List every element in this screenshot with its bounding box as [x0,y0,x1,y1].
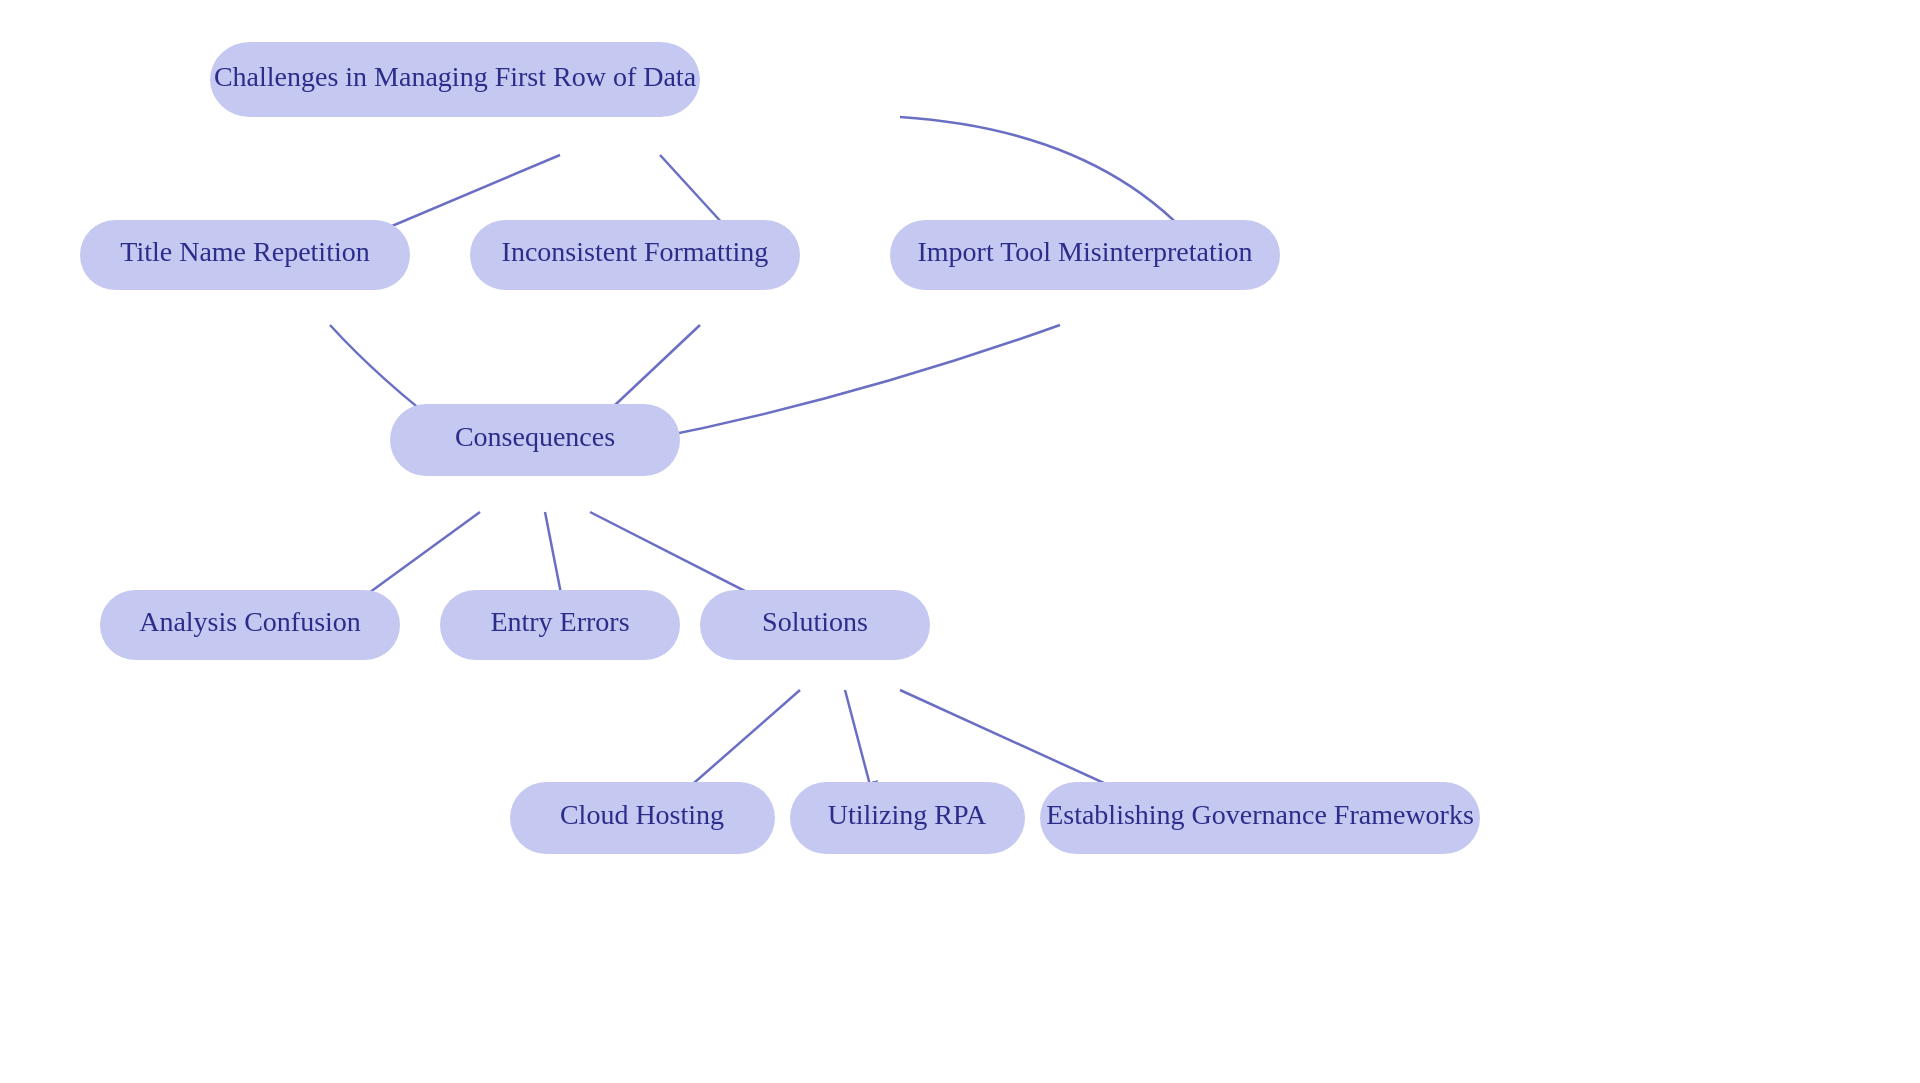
node-analysis-label: Analysis Confusion [139,606,361,637]
node-conseq-label: Consequences [455,421,615,452]
node-cloud-label: Cloud Hosting [560,799,724,830]
node-title-label: Title Name Repetition [120,236,369,267]
node-incons-label: Inconsistent Formatting [502,236,769,267]
diagram-svg: Challenges in Managing First Row of Data… [0,0,1920,1083]
node-rpa-label: Utilizing RPA [828,799,987,830]
node-solutions-label: Solutions [762,606,868,637]
node-import-label: Import Tool Misinterpretation [917,236,1252,267]
arrow-import-conseq [645,325,1060,440]
node-entry-label: Entry Errors [490,606,629,637]
node-root-label: Challenges in Managing First Row of Data [214,61,697,92]
node-gov-label: Establishing Governance Frameworks [1046,799,1474,830]
